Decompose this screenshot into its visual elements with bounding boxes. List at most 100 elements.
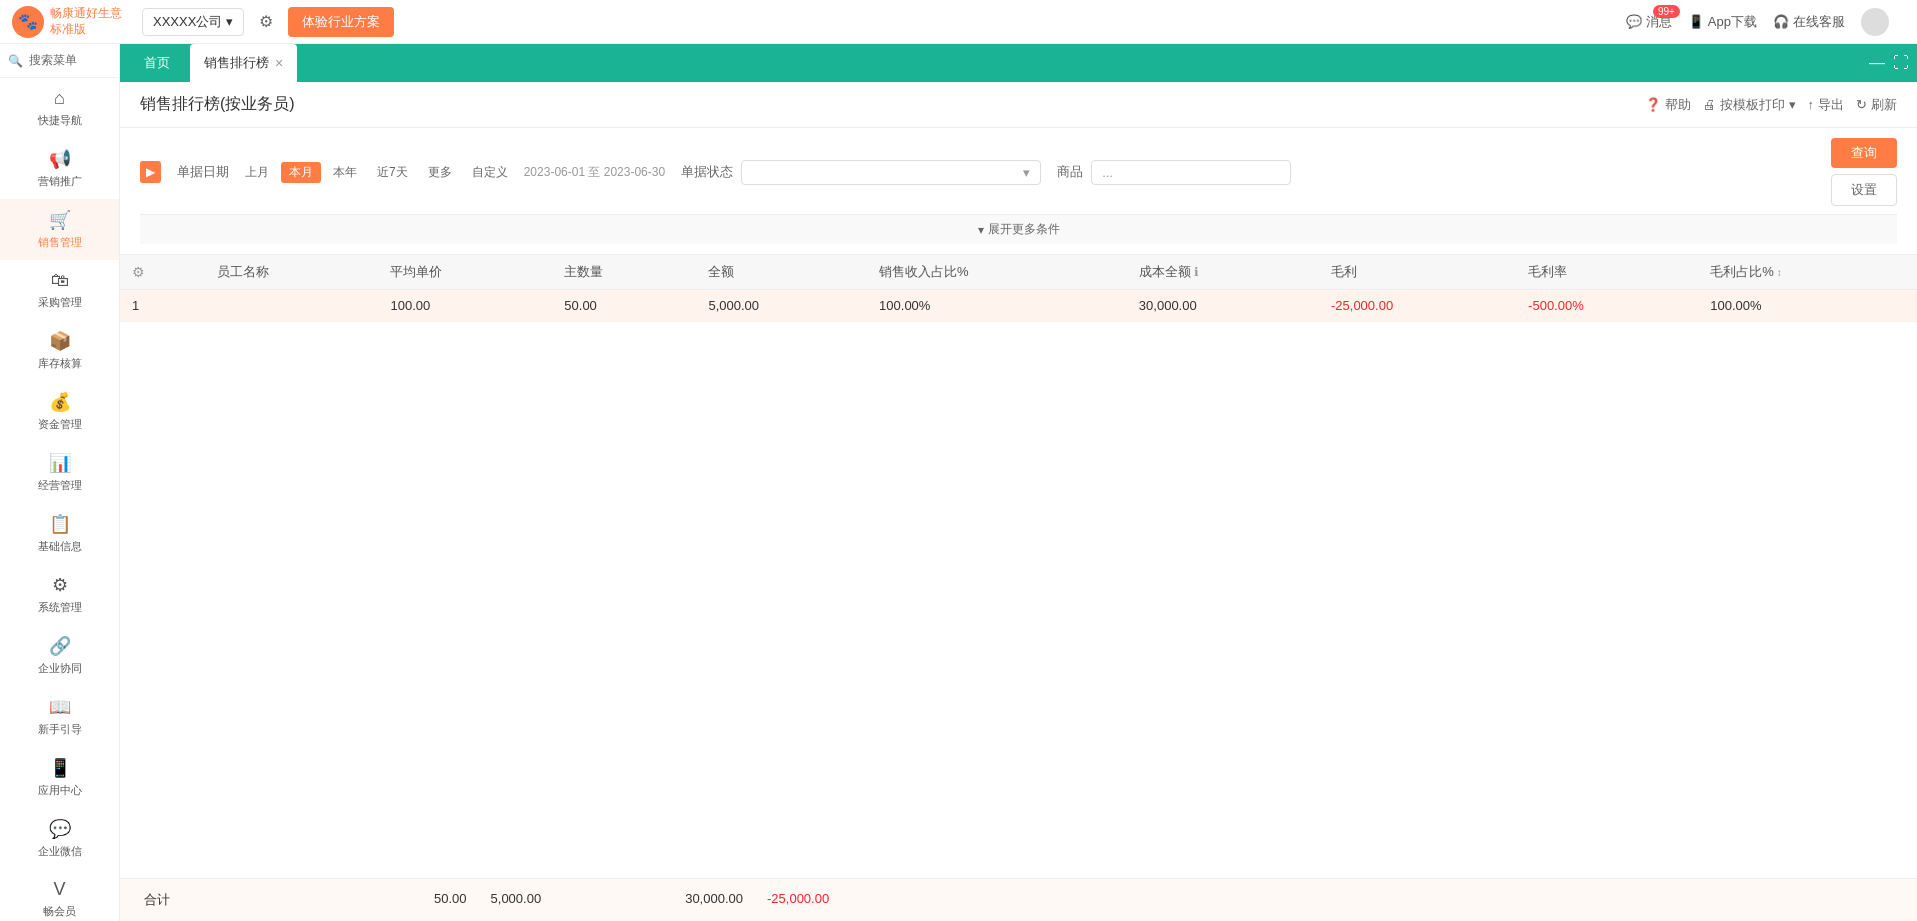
column-settings-icon[interactable]: ⚙ — [132, 264, 145, 280]
tab-maximize-button[interactable]: ⛶ — [1893, 54, 1909, 72]
sidebar-item-marketing[interactable]: 📢 营销推广 — [0, 138, 119, 199]
goods-select[interactable]: ... — [1091, 160, 1291, 185]
table-header: ⚙ 员工名称 平均单价 主数量 — [120, 255, 1917, 290]
avatar[interactable] — [1861, 8, 1889, 36]
footer-gross: -25,000.00 — [755, 887, 841, 913]
tab-sales-ranking[interactable]: 销售排行榜 × — [190, 44, 297, 82]
company-select[interactable]: XXXXX公司 ▾ — [142, 8, 244, 36]
trial-button[interactable]: 体验行业方案 — [288, 7, 394, 37]
sidebar-item-label: 库存核算 — [38, 356, 82, 371]
filter-row: ▶ 单据日期 上月 本月 本年 近7天 更多 自定义 — [140, 138, 1897, 206]
query-button[interactable]: 查询 — [1831, 138, 1897, 168]
logo-icon: 🐾 — [12, 6, 44, 38]
right-actions: 查询 设置 — [1831, 138, 1897, 206]
sidebar-item-system[interactable]: ⚙ 系统管理 — [0, 564, 119, 625]
export-button[interactable]: ↑ 导出 — [1808, 96, 1845, 114]
table-footer: 合计 50.00 5,000.00 30,000.00 -25,000.00 — [120, 878, 1917, 921]
inventory-icon: 📦 — [49, 330, 71, 352]
th-gross-rate: 毛利率 — [1516, 255, 1698, 290]
tab-bar-right: — ⛶ — [1869, 54, 1917, 72]
table-header-row: ⚙ 员工名称 平均单价 主数量 — [120, 255, 1917, 290]
logo-area: 🐾 畅康通好生意 标准版 — [12, 6, 122, 38]
app-download-button[interactable]: 📱 App下载 — [1688, 13, 1757, 31]
th-name: 员工名称 — [205, 255, 379, 290]
status-dropdown-icon: ▾ — [1023, 165, 1030, 180]
date-tab-custom[interactable]: 自定义 — [464, 162, 516, 183]
sidebar-item-guide[interactable]: 📖 新手引导 — [0, 686, 119, 747]
top-bar: 🐾 畅康通好生意 标准版 XXXXX公司 ▾ ⚙ 体验行业方案 💬 消息 99+… — [0, 0, 1917, 44]
status-filter-label: 单据状态 — [681, 163, 733, 181]
main-area: 🔍 搜索菜单 ⌂ 快捷导航 📢 营销推广 🛒 销售管理 🛍 采购管理 📦 — [0, 44, 1917, 921]
sidebar-item-operations[interactable]: 📊 经营管理 — [0, 442, 119, 503]
sidebar-item-home[interactable]: ⌂ 快捷导航 — [0, 78, 119, 138]
cell-amount: 5,000.00 — [696, 290, 867, 322]
sidebar-item-inventory[interactable]: 📦 库存核算 — [0, 320, 119, 381]
cost-info-icon[interactable]: ℹ — [1194, 265, 1199, 279]
tab-close-button[interactable]: × — [275, 56, 283, 70]
content-area: 首页 销售排行榜 × — ⛶ 销售排行榜(按业务员) ❓ — [120, 44, 1917, 921]
settings-button[interactable]: 设置 — [1831, 174, 1897, 206]
finance-icon: 💰 — [49, 391, 71, 413]
sidebar-item-finance[interactable]: 💰 资金管理 — [0, 381, 119, 442]
status-filter: 单据状态 ▾ — [681, 160, 1041, 185]
footer-sales-pct — [553, 887, 673, 913]
sidebar-item-wechat[interactable]: 💬 企业微信 — [0, 808, 119, 869]
sidebar-item-enterprise[interactable]: 🔗 企业协同 — [0, 625, 119, 686]
sidebar-item-label: 营销推广 — [38, 174, 82, 189]
sidebar-item-label: 畅会员 — [43, 904, 76, 919]
refresh-button[interactable]: ↻ 刷新 — [1856, 96, 1897, 114]
gross-pct-sort-icon[interactable]: ↕ — [1777, 267, 1782, 278]
sidebar-item-label: 资金管理 — [38, 417, 82, 432]
help-button[interactable]: ❓ 帮助 — [1645, 96, 1691, 114]
date-filter: 单据日期 上月 本月 本年 近7天 更多 自定义 2023-06-01 至 20… — [177, 162, 665, 183]
help-icon: ❓ — [1645, 97, 1661, 112]
print-button[interactable]: 🖨 按模板打印 ▾ — [1703, 96, 1796, 114]
home-icon: ⌂ — [54, 88, 65, 109]
page-content: 销售排行榜(按业务员) ❓ 帮助 🖨 按模板打印 ▾ ↑ — [120, 82, 1917, 921]
filter-area: ▶ 单据日期 上月 本月 本年 近7天 更多 自定义 — [120, 128, 1917, 255]
filter-collapse-button[interactable]: ▶ — [140, 161, 161, 183]
print-dropdown-icon: ▾ — [1789, 97, 1796, 112]
page-title: 销售排行榜(按业务员) — [140, 94, 295, 115]
expand-row: ▾ 展开更多条件 — [140, 214, 1897, 244]
sidebar-item-label: 经营管理 — [38, 478, 82, 493]
sidebar: 🔍 搜索菜单 ⌂ 快捷导航 📢 营销推广 🛒 销售管理 🛍 采购管理 📦 — [0, 44, 120, 921]
message-button[interactable]: 💬 消息 99+ — [1626, 13, 1672, 31]
goods-filter-label: 商品 — [1057, 163, 1083, 181]
sales-icon: 🛒 — [49, 209, 71, 231]
sidebar-search[interactable]: 🔍 搜索菜单 — [0, 44, 119, 78]
filter-right-actions: 查询 设置 — [1831, 138, 1897, 206]
cell-index: 1 — [120, 290, 205, 322]
sidebar-item-basic-info[interactable]: 📋 基础信息 — [0, 503, 119, 564]
top-bar-left: 🐾 畅康通好生意 标准版 XXXXX公司 ▾ ⚙ 体验行业方案 — [12, 6, 394, 38]
date-tab-more[interactable]: 更多 — [420, 162, 460, 183]
operations-icon: 📊 — [49, 452, 71, 474]
cell-gross: -25,000.00 — [1319, 290, 1516, 322]
cell-main-qty: 50.00 — [552, 290, 696, 322]
sidebar-item-sales[interactable]: 🛒 销售管理 — [0, 199, 119, 260]
th-main-qty: 主数量 — [552, 255, 696, 290]
tab-label: 销售排行榜 — [204, 54, 269, 72]
expand-conditions-button[interactable]: ▾ 展开更多条件 — [140, 214, 1897, 244]
sidebar-item-app-center[interactable]: 📱 应用中心 — [0, 747, 119, 808]
table-body: 1 100.00 50.00 5,000.00 100.00% 30,000.0… — [120, 290, 1917, 322]
footer-cells: 合计 50.00 5,000.00 30,000.00 -25,000.00 — [132, 887, 1905, 913]
date-tab-this-month[interactable]: 本月 — [281, 162, 321, 183]
tab-bar: 首页 销售排行榜 × — ⛶ — [120, 44, 1917, 82]
export-icon: ↑ — [1808, 97, 1815, 112]
date-tab-last-month[interactable]: 上月 — [237, 162, 277, 183]
basic-info-icon: 📋 — [49, 513, 71, 535]
tab-home[interactable]: 首页 — [128, 44, 186, 82]
refresh-icon: ↻ — [1856, 97, 1867, 112]
tab-minimize-button[interactable]: — — [1869, 54, 1885, 72]
date-tab-this-year[interactable]: 本年 — [325, 162, 365, 183]
marketing-icon: 📢 — [49, 148, 71, 170]
expand-icon: ▾ — [978, 223, 984, 237]
status-select[interactable]: ▾ — [741, 160, 1041, 185]
sidebar-item-purchase[interactable]: 🛍 采购管理 — [0, 260, 119, 320]
gear-button[interactable]: ⚙ — [252, 8, 280, 36]
sidebar-item-member[interactable]: V 畅会员 — [0, 869, 119, 921]
date-tab-7days[interactable]: 近7天 — [369, 162, 416, 183]
online-service-button[interactable]: 🎧 在线客服 — [1773, 13, 1845, 31]
cell-gross-pct: 100.00% — [1698, 290, 1917, 322]
